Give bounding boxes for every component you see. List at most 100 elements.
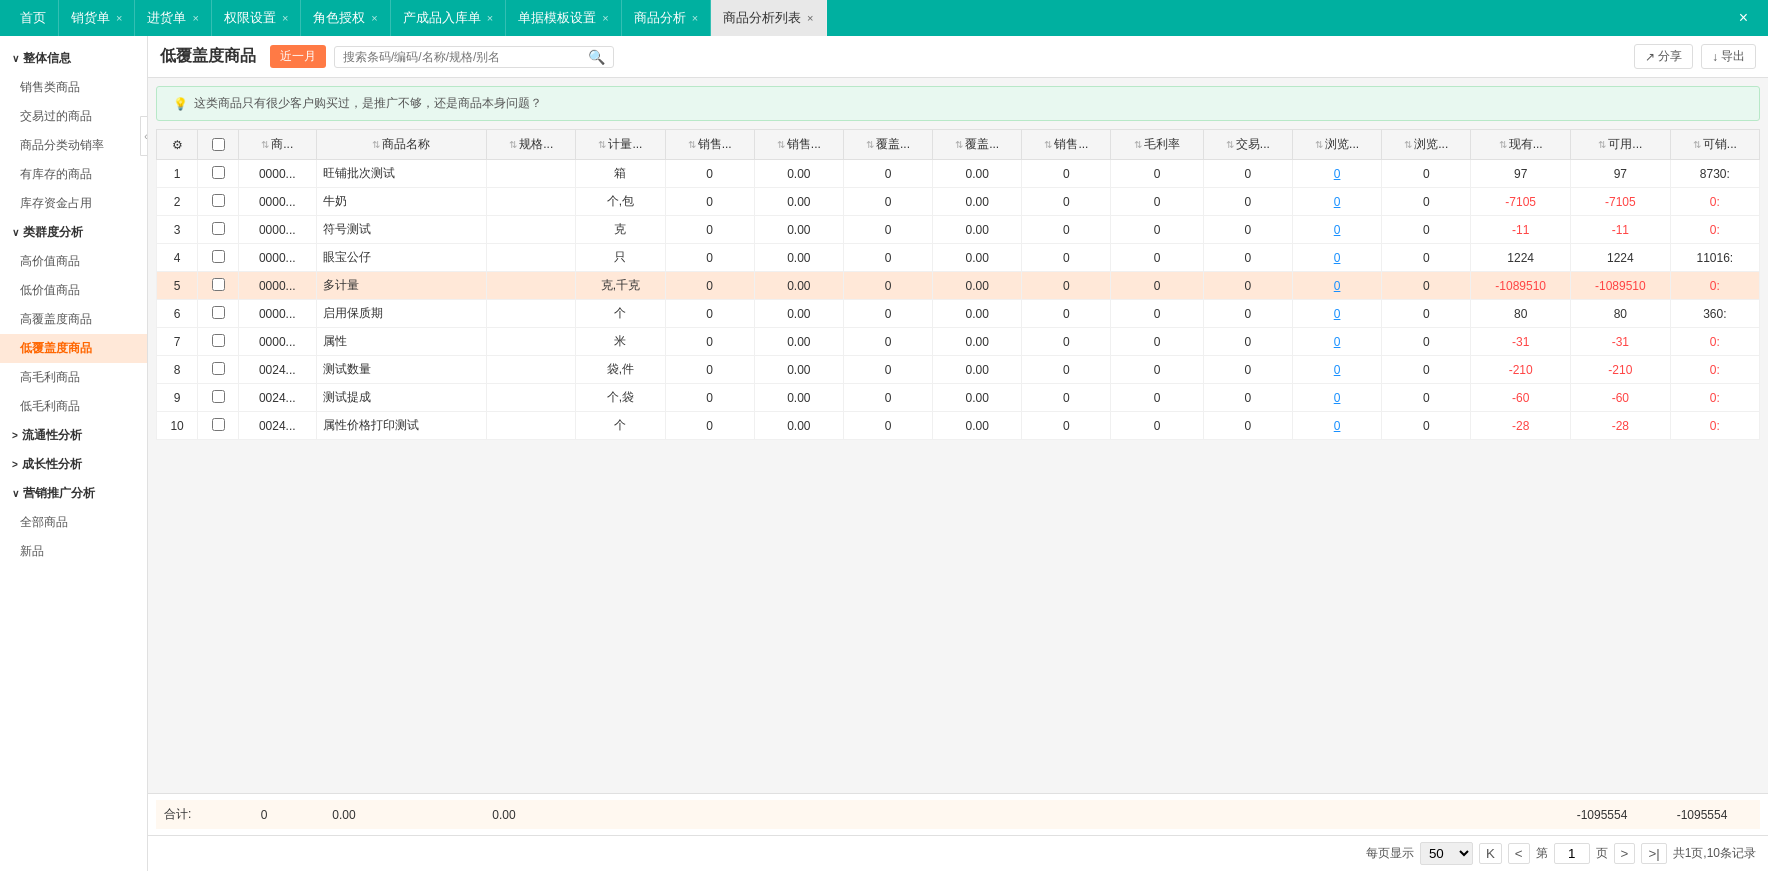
- sidebar-item-stocked-goods[interactable]: 有库存的商品: [0, 160, 147, 189]
- sort-icon[interactable]: ⇅: [1226, 139, 1234, 150]
- row-checkbox[interactable]: [198, 272, 239, 300]
- row-name[interactable]: 测试提成: [316, 384, 487, 412]
- last-page-button[interactable]: >|: [1641, 843, 1666, 864]
- row-select-checkbox[interactable]: [212, 194, 225, 207]
- row-browse1[interactable]: 0: [1292, 384, 1381, 412]
- sort-icon[interactable]: ⇅: [372, 139, 380, 150]
- sidebar-collapse-button[interactable]: «: [140, 116, 148, 156]
- current-page-input[interactable]: [1554, 843, 1590, 864]
- col-settings[interactable]: ⚙: [157, 130, 198, 160]
- row-checkbox[interactable]: [198, 356, 239, 384]
- close-icon[interactable]: ×: [487, 12, 493, 24]
- row-checkbox[interactable]: [198, 412, 239, 440]
- date-filter-button[interactable]: 近一月: [270, 45, 326, 68]
- row-browse1[interactable]: 0: [1292, 300, 1381, 328]
- row-checkbox[interactable]: [198, 384, 239, 412]
- sidebar-item-new-goods[interactable]: 新品: [0, 537, 147, 566]
- window-close-button[interactable]: ×: [1727, 9, 1760, 27]
- close-icon[interactable]: ×: [192, 12, 198, 24]
- sort-icon[interactable]: ⇅: [688, 139, 696, 150]
- nav-goods-analysis[interactable]: 商品分析 ×: [622, 0, 711, 36]
- sort-icon[interactable]: ⇅: [777, 139, 785, 150]
- row-browse1[interactable]: 0: [1292, 412, 1381, 440]
- sidebar-item-high-coverage[interactable]: 高覆盖度商品: [0, 305, 147, 334]
- sort-icon[interactable]: ⇅: [1598, 139, 1606, 150]
- next-page-button[interactable]: >: [1614, 843, 1636, 864]
- row-select-checkbox[interactable]: [212, 222, 225, 235]
- row-browse1[interactable]: 0: [1292, 160, 1381, 188]
- sort-icon[interactable]: ⇅: [1499, 139, 1507, 150]
- sidebar-item-low-value[interactable]: 低价值商品: [0, 276, 147, 305]
- row-checkbox[interactable]: [198, 244, 239, 272]
- row-name[interactable]: 启用保质期: [316, 300, 487, 328]
- select-all-checkbox[interactable]: [212, 138, 225, 151]
- sort-icon[interactable]: ⇅: [1693, 139, 1701, 150]
- row-browse1[interactable]: 0: [1292, 244, 1381, 272]
- nav-sales[interactable]: 销货单 ×: [59, 0, 135, 36]
- share-button[interactable]: ↗ 分享: [1634, 44, 1693, 69]
- sort-icon[interactable]: ⇅: [261, 139, 269, 150]
- sort-icon[interactable]: ⇅: [598, 139, 606, 150]
- row-checkbox[interactable]: [198, 160, 239, 188]
- close-icon[interactable]: ×: [807, 12, 813, 24]
- search-icon[interactable]: 🔍: [588, 49, 605, 65]
- nav-home[interactable]: 首页: [8, 0, 59, 36]
- nav-purchase[interactable]: 进货单 ×: [135, 0, 211, 36]
- sort-icon[interactable]: ⇅: [1044, 139, 1052, 150]
- sort-icon[interactable]: ⇅: [1315, 139, 1323, 150]
- row-select-checkbox[interactable]: [212, 334, 225, 347]
- row-select-checkbox[interactable]: [212, 250, 225, 263]
- close-icon[interactable]: ×: [602, 12, 608, 24]
- close-icon[interactable]: ×: [371, 12, 377, 24]
- row-browse1[interactable]: 0: [1292, 216, 1381, 244]
- nav-production[interactable]: 产成品入库单 ×: [391, 0, 506, 36]
- nav-permissions[interactable]: 权限设置 ×: [212, 0, 301, 36]
- nav-template[interactable]: 单据模板设置 ×: [506, 0, 621, 36]
- page-size-select[interactable]: 50 20 100: [1420, 842, 1473, 865]
- nav-roles[interactable]: 角色授权 ×: [301, 0, 390, 36]
- sidebar-section-overall[interactable]: ∨ 整体信息: [0, 44, 147, 73]
- row-name[interactable]: 符号测试: [316, 216, 487, 244]
- export-button[interactable]: ↓ 导出: [1701, 44, 1756, 69]
- row-name[interactable]: 属性价格打印测试: [316, 412, 487, 440]
- row-browse1[interactable]: 0: [1292, 272, 1381, 300]
- sort-icon[interactable]: ⇅: [866, 139, 874, 150]
- row-browse1[interactable]: 0: [1292, 328, 1381, 356]
- sidebar-section-cluster[interactable]: ∨ 类群度分析: [0, 218, 147, 247]
- sidebar-item-low-coverage[interactable]: 低覆盖度商品: [0, 334, 147, 363]
- sort-icon[interactable]: ⇅: [1404, 139, 1412, 150]
- row-name[interactable]: 眼宝公仔: [316, 244, 487, 272]
- row-select-checkbox[interactable]: [212, 278, 225, 291]
- row-name[interactable]: 旺铺批次测试: [316, 160, 487, 188]
- close-icon[interactable]: ×: [282, 12, 288, 24]
- row-checkbox[interactable]: [198, 216, 239, 244]
- row-checkbox[interactable]: [198, 188, 239, 216]
- row-browse1[interactable]: 0: [1292, 356, 1381, 384]
- sidebar-item-all-goods[interactable]: 全部商品: [0, 508, 147, 537]
- search-input[interactable]: [343, 50, 588, 64]
- close-icon[interactable]: ×: [692, 12, 698, 24]
- row-select-checkbox[interactable]: [212, 166, 225, 179]
- row-browse1[interactable]: 0: [1292, 188, 1381, 216]
- close-icon[interactable]: ×: [116, 12, 122, 24]
- row-name[interactable]: 多计量: [316, 272, 487, 300]
- sidebar-item-category-rate[interactable]: 商品分类动销率: [0, 131, 147, 160]
- sort-icon[interactable]: ⇅: [509, 139, 517, 150]
- sidebar-item-capital-usage[interactable]: 库存资金占用: [0, 189, 147, 218]
- row-select-checkbox[interactable]: [212, 390, 225, 403]
- sidebar-item-high-value[interactable]: 高价值商品: [0, 247, 147, 276]
- row-checkbox[interactable]: [198, 328, 239, 356]
- nav-goods-analysis-list[interactable]: 商品分析列表 ×: [711, 0, 826, 36]
- row-select-checkbox[interactable]: [212, 306, 225, 319]
- sidebar-item-traded-goods[interactable]: 交易过的商品: [0, 102, 147, 131]
- sidebar-section-marketing[interactable]: ∨ 营销推广分析: [0, 479, 147, 508]
- row-name[interactable]: 牛奶: [316, 188, 487, 216]
- row-checkbox[interactable]: [198, 300, 239, 328]
- sidebar-item-low-margin[interactable]: 低毛利商品: [0, 392, 147, 421]
- prev-page-button[interactable]: <: [1508, 843, 1530, 864]
- row-name[interactable]: 属性: [316, 328, 487, 356]
- sidebar-item-high-margin[interactable]: 高毛利商品: [0, 363, 147, 392]
- row-name[interactable]: 测试数量: [316, 356, 487, 384]
- sidebar-section-growth[interactable]: > 成长性分析: [0, 450, 147, 479]
- sidebar-section-flow[interactable]: > 流通性分析: [0, 421, 147, 450]
